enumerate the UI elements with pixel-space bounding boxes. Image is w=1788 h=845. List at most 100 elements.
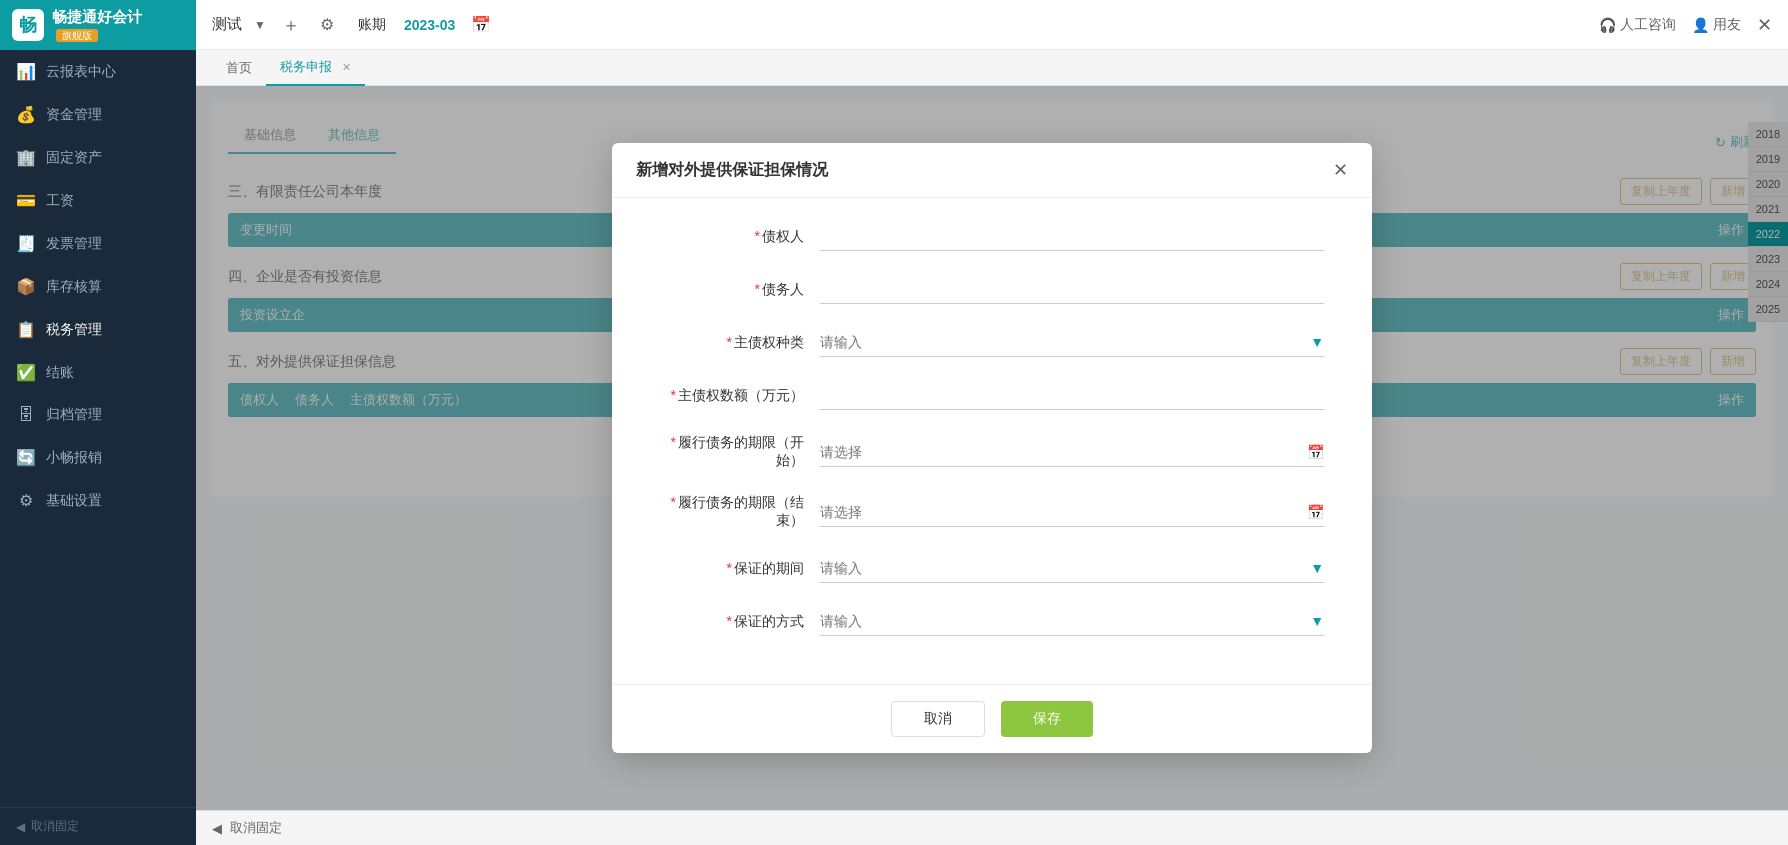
save-button[interactable]: 保存: [1001, 701, 1093, 737]
settings-gear-icon[interactable]: ⚙: [316, 11, 338, 38]
guarantee-period-select-wrapper: ▼: [820, 554, 1324, 583]
sidebar-item-label: 库存核算: [46, 278, 102, 296]
debtor-label: *债务人: [660, 281, 820, 299]
period-end-calendar-icon[interactable]: 📅: [1307, 504, 1324, 520]
form-row-guarantee-period: *保证的期间 ▼: [660, 554, 1324, 583]
sidebar-item-label: 云报表中心: [46, 63, 116, 81]
add-guarantee-modal: 新增对外提供保证担保情况 ✕ *债权人: [612, 143, 1372, 753]
claim-amount-label: *主债权数额（万元）: [660, 387, 820, 405]
sidebar-item-label: 固定资产: [46, 149, 102, 167]
payroll-icon: 💳: [16, 191, 36, 210]
period-end-input[interactable]: [820, 504, 1307, 520]
sidebar-item-cloud-reports[interactable]: 📊 云报表中心: [0, 50, 196, 93]
xiao-chui-icon: 🔄: [16, 448, 36, 467]
form-row-claim-type: *主债权种类 ▼: [660, 328, 1324, 357]
sidebar-item-inventory[interactable]: 📦 库存核算: [0, 265, 196, 308]
guarantee-method-input[interactable]: [820, 613, 1310, 629]
sidebar-item-label: 小畅报销: [46, 449, 102, 467]
company-name: 测试: [212, 15, 242, 34]
modal-title: 新增对外提供保证担保情况: [636, 160, 828, 181]
main-area: 测试 ▼ ＋ ⚙ 账期 2023-03 📅 🎧 人工咨询 👤 用友 ✕: [196, 0, 1788, 845]
sidebar-item-xiao-chui[interactable]: 🔄 小畅报销: [0, 436, 196, 479]
company-chevron-icon[interactable]: ▼: [254, 18, 266, 32]
tax-mgmt-icon: 📋: [16, 320, 36, 339]
window-close-icon[interactable]: ✕: [1757, 14, 1772, 36]
app-header: 测试 ▼ ＋ ⚙ 账期 2023-03 📅 🎧 人工咨询 👤 用友 ✕: [196, 0, 1788, 50]
sidebar-footer[interactable]: ◀ 取消固定: [0, 807, 196, 845]
bottom-bar[interactable]: ◀ 取消固定: [196, 810, 1788, 845]
sidebar: 畅 畅捷通好会计 旗舰版 📊 云报表中心 💰 资金管理 🏢 固定资产 💳: [0, 0, 196, 845]
form-row-creditor: *债权人: [660, 222, 1324, 251]
sidebar-item-archive-mgmt[interactable]: 🗄 归档管理: [0, 394, 196, 436]
logo-icon: 畅: [12, 9, 44, 41]
user-icon: 👤: [1692, 17, 1709, 33]
checkout-icon: ✅: [16, 363, 36, 382]
calendar-icon[interactable]: 📅: [471, 15, 491, 34]
modal-close-button[interactable]: ✕: [1333, 159, 1348, 181]
sidebar-item-label: 税务管理: [46, 321, 102, 339]
content-area: 基础信息 其他信息 ↻ 刷新 三、有限责任公司本年度 复制: [196, 86, 1788, 810]
logo-name: 畅捷通好会计: [52, 8, 142, 26]
tab-home[interactable]: 首页: [212, 51, 266, 85]
sidebar-item-fund-mgmt[interactable]: 💰 资金管理: [0, 93, 196, 136]
user-button[interactable]: 👤 用友: [1692, 16, 1741, 34]
edition-badge: 旗舰版: [56, 29, 98, 42]
fund-mgmt-icon: 💰: [16, 105, 36, 124]
cancel-button[interactable]: 取消: [891, 701, 985, 737]
sidebar-nav: 📊 云报表中心 💰 资金管理 🏢 固定资产 💳 工资 🧾 发票管理 📦: [0, 50, 196, 807]
sidebar-item-fixed-assets[interactable]: 🏢 固定资产: [0, 136, 196, 179]
sidebar-item-tax-mgmt[interactable]: 📋 税务管理: [0, 308, 196, 351]
form-row-debtor: *债务人: [660, 275, 1324, 304]
cloud-reports-icon: 📊: [16, 62, 36, 81]
form-row-guarantee-method: *保证的方式 ▼: [660, 607, 1324, 636]
fixed-assets-icon: 🏢: [16, 148, 36, 167]
collapse-arrow-icon: ◀: [212, 821, 222, 836]
sidebar-logo: 畅 畅捷通好会计 旗舰版: [0, 0, 196, 50]
archive-icon: 🗄: [16, 406, 36, 424]
sidebar-item-label: 结账: [46, 364, 74, 382]
period-end-date-wrapper: 📅: [820, 498, 1324, 527]
creditor-input[interactable]: [820, 222, 1324, 251]
modal-header: 新增对外提供保证担保情况 ✕: [612, 143, 1372, 198]
guarantee-period-chevron-icon[interactable]: ▼: [1310, 560, 1324, 576]
guarantee-method-label: *保证的方式: [660, 613, 820, 631]
period-label: 账期: [358, 16, 386, 34]
claim-type-chevron-icon[interactable]: ▼: [1310, 334, 1324, 350]
sidebar-item-payroll[interactable]: 💳 工资: [0, 179, 196, 222]
sidebar-collapse-icon: ◀: [16, 820, 25, 834]
sidebar-item-invoice-mgmt[interactable]: 🧾 发票管理: [0, 222, 196, 265]
sidebar-item-label: 归档管理: [46, 406, 102, 424]
inventory-icon: 📦: [16, 277, 36, 296]
service-button[interactable]: 🎧 人工咨询: [1599, 16, 1676, 34]
add-button[interactable]: ＋: [278, 9, 304, 41]
headset-icon: 🎧: [1599, 17, 1616, 33]
header-right: 🎧 人工咨询 👤 用友 ✕: [1599, 14, 1772, 36]
guarantee-period-input[interactable]: [820, 560, 1310, 576]
claim-amount-input[interactable]: [820, 381, 1324, 410]
tab-tax-report[interactable]: 税务申报 ✕: [266, 50, 365, 86]
period-start-calendar-icon[interactable]: 📅: [1307, 444, 1324, 460]
guarantee-period-label: *保证的期间: [660, 560, 820, 578]
claim-type-select-wrapper: ▼: [820, 328, 1324, 357]
guarantee-method-select-wrapper: ▼: [820, 607, 1324, 636]
sidebar-item-label: 资金管理: [46, 106, 102, 124]
guarantee-method-chevron-icon[interactable]: ▼: [1310, 613, 1324, 629]
debtor-input[interactable]: [820, 275, 1324, 304]
sidebar-item-label: 基础设置: [46, 492, 102, 510]
claim-type-input[interactable]: [820, 334, 1310, 350]
sidebar-item-label: 工资: [46, 192, 74, 210]
period-end-label: *履行债务的期限（结束）: [660, 494, 820, 530]
form-row-claim-amount: *主债权数额（万元）: [660, 381, 1324, 410]
period-start-label: *履行债务的期限（开始）: [660, 434, 820, 470]
tab-close-icon[interactable]: ✕: [342, 61, 351, 73]
service-label: 人工咨询: [1620, 16, 1676, 34]
period-value: 2023-03: [404, 17, 455, 33]
modal-backdrop: 新增对外提供保证担保情况 ✕ *债权人: [196, 86, 1788, 810]
sidebar-item-basic-settings[interactable]: ⚙ 基础设置: [0, 479, 196, 522]
sidebar-item-checkout[interactable]: ✅ 结账: [0, 351, 196, 394]
sidebar-item-label: 发票管理: [46, 235, 102, 253]
claim-type-label: *主债权种类: [660, 334, 820, 352]
period-start-input[interactable]: [820, 444, 1307, 460]
period-start-date-wrapper: 📅: [820, 438, 1324, 467]
modal-footer: 取消 保存: [612, 684, 1372, 753]
